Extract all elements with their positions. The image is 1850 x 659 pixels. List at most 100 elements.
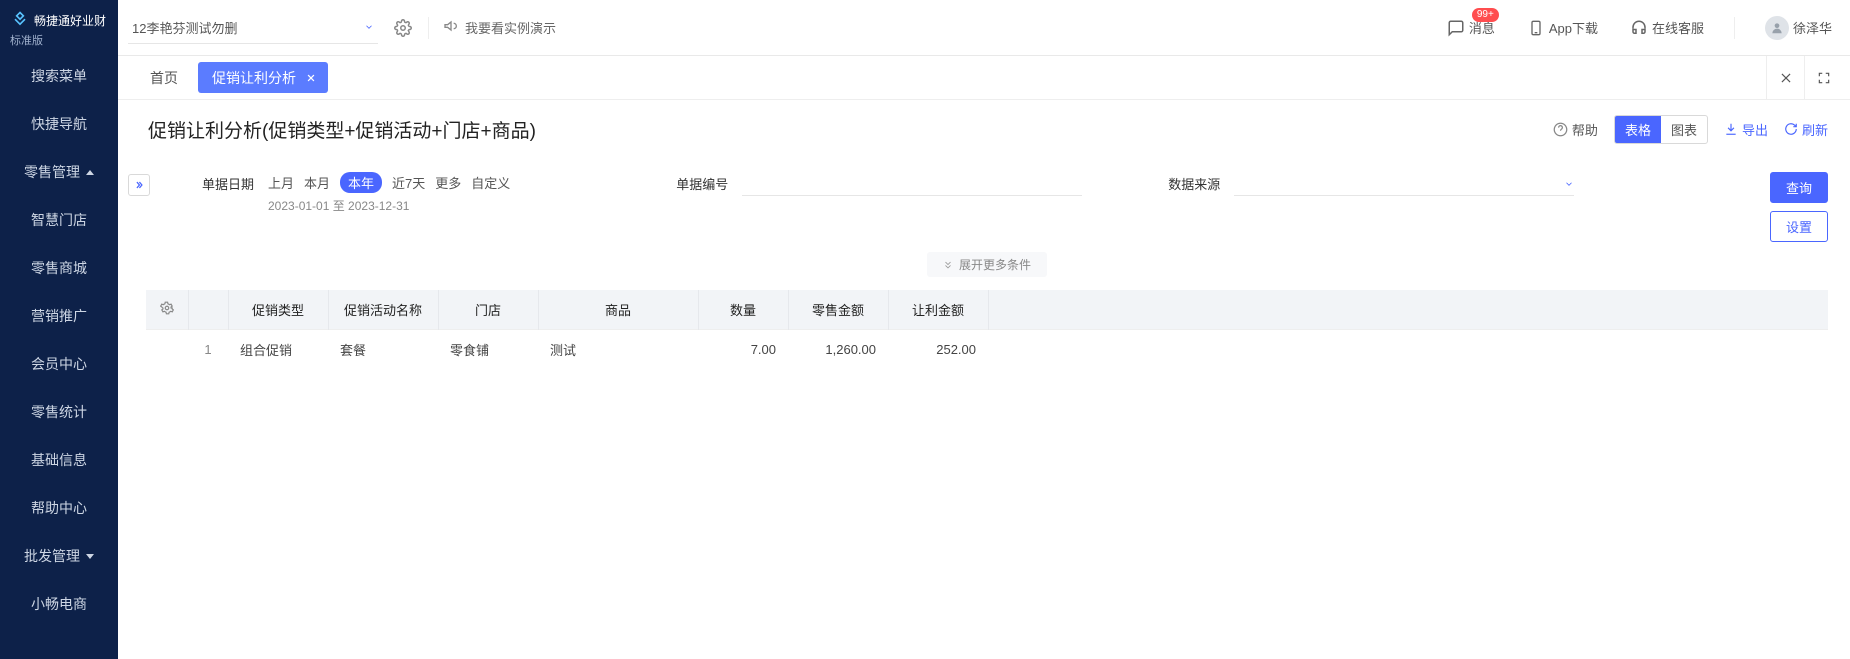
tab-close-icon[interactable]	[304, 71, 318, 85]
support-button[interactable]: 在线客服	[1630, 18, 1704, 37]
sidebar-item-ecommerce[interactable]: 小畅电商	[0, 580, 118, 628]
sidebar-item-smartstore[interactable]: 智慧门店	[0, 196, 118, 244]
messages-button[interactable]: 消息 99+	[1447, 18, 1495, 37]
filter-source-input[interactable]	[1234, 172, 1564, 195]
fullscreen-button[interactable]	[1804, 56, 1842, 99]
person-icon	[1770, 21, 1784, 35]
tab-home[interactable]: 首页	[134, 56, 194, 99]
date-range-display: 2023-01-01 至 2023-12-31	[268, 197, 510, 214]
query-button[interactable]: 查询	[1770, 172, 1828, 203]
filter-docno-label: 单据编号	[660, 172, 728, 193]
tab-label: 促销让利分析	[212, 68, 296, 88]
expand-filters-button[interactable]: 展开更多条件	[927, 252, 1047, 277]
table-row[interactable]: 1 组合促销 套餐 零食铺 测试 7.00 1,260.00 252.00	[146, 330, 1828, 370]
help-button[interactable]: 帮助	[1553, 120, 1598, 139]
sidebar-item-helpcenter[interactable]: 帮助中心	[0, 484, 118, 532]
results-table-wrap: 促销类型 促销活动名称 门店 商品 数量 零售金额 让利金额 1 组合促销 套餐…	[146, 290, 1828, 369]
table-index-header	[188, 290, 228, 330]
view-table-option[interactable]: 表格	[1615, 116, 1661, 143]
cell-amount: 1,260.00	[788, 330, 888, 370]
user-name: 徐泽华	[1793, 18, 1832, 37]
sidebar-quicknav[interactable]: 快捷导航	[0, 100, 118, 148]
sidebar-group-label: 批发管理	[24, 546, 80, 566]
date-opt-more[interactable]: 更多	[435, 173, 461, 192]
cell-store: 零食铺	[438, 330, 538, 370]
speaker-icon	[443, 18, 459, 37]
tabstrip: 首页 促销让利分析	[118, 56, 1850, 100]
account-selector[interactable]: 12李艳芬测试勿删	[128, 12, 378, 44]
sidebar-item-baseinfo[interactable]: 基础信息	[0, 436, 118, 484]
sidebar-group-retail[interactable]: 零售管理	[0, 148, 118, 196]
double-chevron-down-icon	[943, 260, 953, 270]
cell-product: 测试	[538, 330, 698, 370]
filter-panel: 单据日期 上月 本月 本年 近7天 更多 自定义 2023-01-01 至 20…	[146, 168, 1828, 277]
filter-settings-button[interactable]: 设置	[1770, 211, 1828, 242]
refresh-icon	[1784, 122, 1798, 136]
page-title: 促销让利分析(促销类型+促销活动+门店+商品)	[148, 116, 536, 143]
filter-docno-input[interactable]	[742, 172, 1082, 196]
headset-icon	[1630, 19, 1648, 37]
tabs-close-all-button[interactable]	[1766, 56, 1804, 99]
app-download-label: App下载	[1549, 18, 1598, 37]
sidebar-group-label: 零售管理	[24, 162, 80, 182]
divider	[428, 17, 429, 39]
export-label: 导出	[1742, 120, 1768, 139]
date-opt-custom[interactable]: 自定义	[471, 173, 510, 192]
date-opt-thisyear[interactable]: 本年	[340, 172, 382, 193]
user-menu[interactable]: 徐泽华	[1765, 16, 1832, 40]
sidebar-item-retailstats[interactable]: 零售统计	[0, 388, 118, 436]
col-amount[interactable]: 零售金额	[788, 290, 888, 330]
chevrons-right-icon	[134, 180, 144, 190]
expand-filters-label: 展开更多条件	[959, 256, 1031, 273]
gear-icon	[394, 19, 412, 37]
view-chart-option[interactable]: 图表	[1661, 116, 1707, 143]
col-activity-name[interactable]: 促销活动名称	[328, 290, 438, 330]
col-promo-type[interactable]: 促销类型	[228, 290, 328, 330]
cell-activity: 套餐	[328, 330, 438, 370]
chevron-down-icon	[364, 22, 374, 32]
refresh-label: 刷新	[1802, 120, 1828, 139]
filter-source-select[interactable]	[1234, 172, 1574, 196]
date-opt-thismonth[interactable]: 本月	[304, 173, 330, 192]
col-discount[interactable]: 让利金额	[888, 290, 988, 330]
app-download-button[interactable]: App下载	[1527, 18, 1598, 37]
brand-block: 畅捷通好业财 标准版	[0, 0, 118, 52]
collapse-filter-button[interactable]	[128, 174, 150, 196]
chevron-down-icon	[1564, 179, 1574, 189]
phone-icon	[1527, 19, 1545, 37]
sidebar-item-marketing[interactable]: 营销推广	[0, 292, 118, 340]
row-gear-cell	[146, 330, 188, 370]
account-settings-button[interactable]	[392, 17, 414, 39]
table-settings-header[interactable]	[146, 290, 188, 330]
gear-icon	[160, 301, 174, 315]
col-qty[interactable]: 数量	[698, 290, 788, 330]
sidebar-item-retailmall[interactable]: 零售商城	[0, 244, 118, 292]
page-header: 促销让利分析(促销类型+促销活动+门店+商品) 帮助 表格 图表 导出 刷新	[118, 100, 1850, 158]
export-button[interactable]: 导出	[1724, 120, 1768, 139]
date-opt-lastmonth[interactable]: 上月	[268, 173, 294, 192]
filter-source-label: 数据来源	[1152, 172, 1220, 193]
date-option-group: 上月 本月 本年 近7天 更多 自定义	[268, 172, 510, 193]
tab-promo-analysis[interactable]: 促销让利分析	[198, 62, 328, 93]
row-index: 1	[188, 330, 228, 370]
refresh-button[interactable]: 刷新	[1784, 120, 1828, 139]
col-store[interactable]: 门店	[438, 290, 538, 330]
col-spacer	[988, 290, 1828, 330]
sidebar-search[interactable]: 搜索菜单	[0, 52, 118, 100]
col-product[interactable]: 商品	[538, 290, 698, 330]
topbar: 12李艳芬测试勿删 我要看实例演示 消息 99+ App下载 在线客服	[118, 0, 1850, 56]
demo-link[interactable]: 我要看实例演示	[443, 18, 556, 37]
cell-spacer	[988, 330, 1828, 370]
sidebar-item-members[interactable]: 会员中心	[0, 340, 118, 388]
support-label: 在线客服	[1652, 18, 1704, 37]
cell-qty: 7.00	[698, 330, 788, 370]
cell-promo-type: 组合促销	[228, 330, 328, 370]
caret-down-icon	[86, 554, 94, 559]
caret-up-icon	[86, 170, 94, 175]
sidebar-group-wholesale[interactable]: 批发管理	[0, 532, 118, 580]
messages-badge: 99+	[1472, 8, 1499, 22]
date-opt-7days[interactable]: 近7天	[392, 173, 425, 192]
export-icon	[1724, 122, 1738, 136]
filter-date-label: 单据日期	[186, 172, 254, 193]
help-label: 帮助	[1572, 120, 1598, 139]
